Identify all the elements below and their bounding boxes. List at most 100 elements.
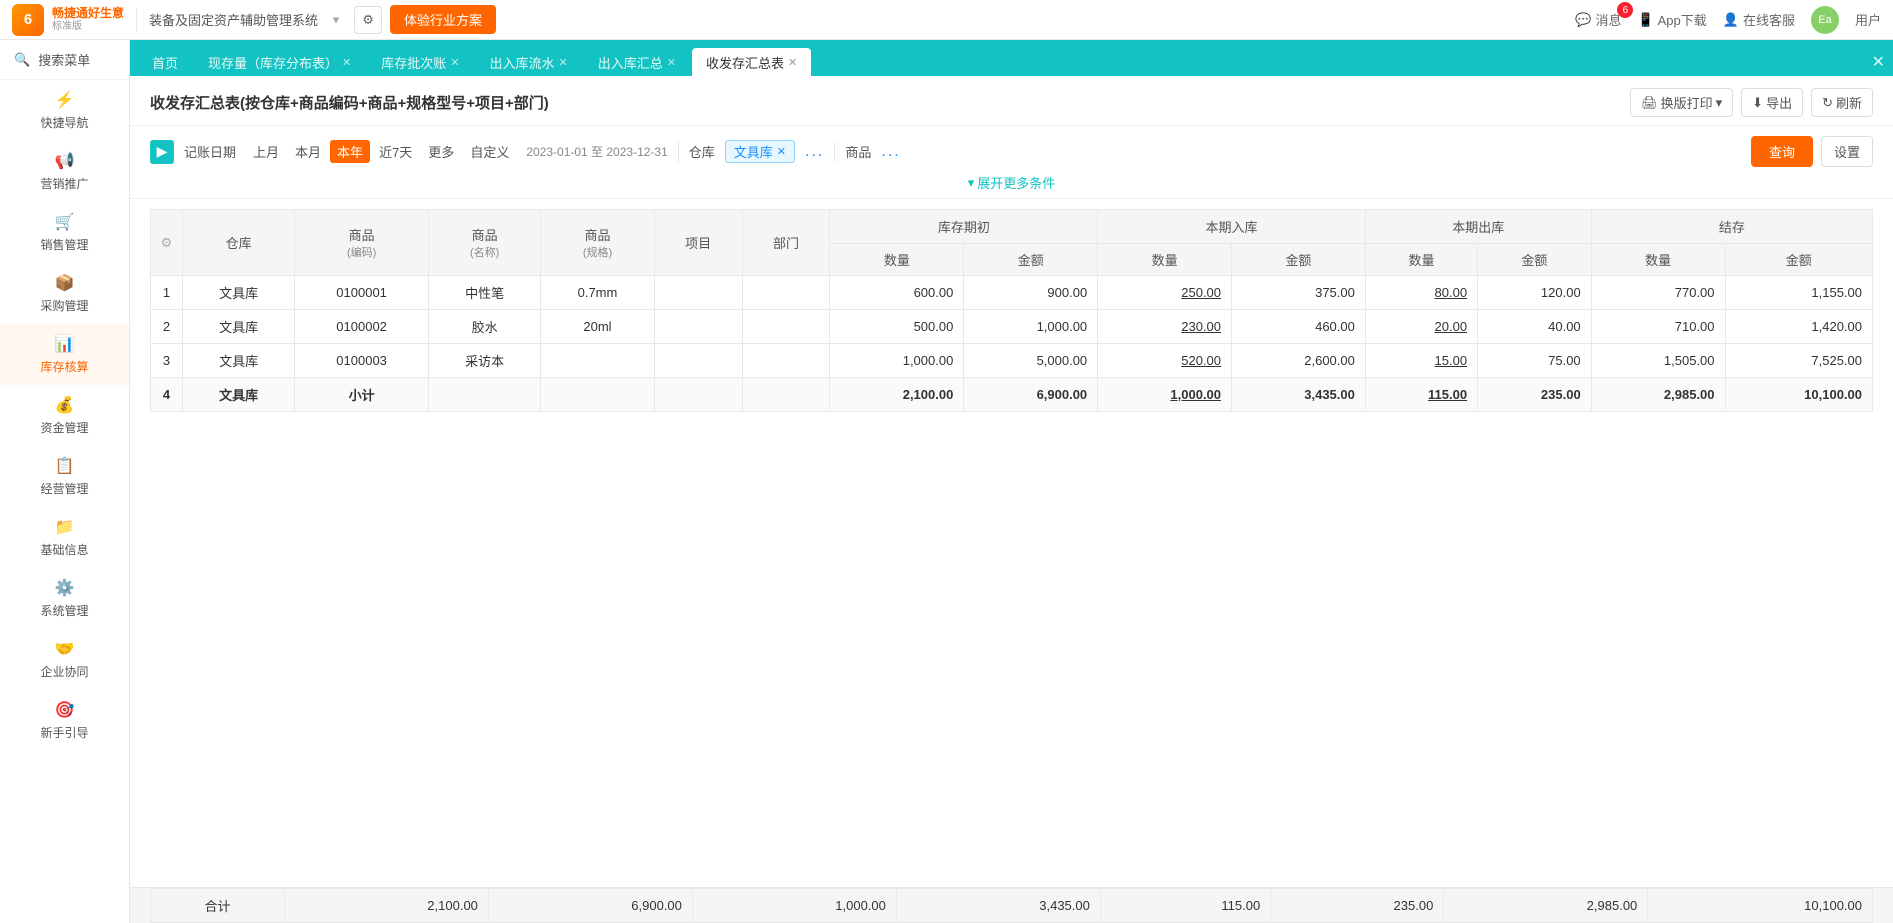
row2-opening-amt: 1,000.00 [964,310,1098,344]
row2-balance-amt: 1,420.00 [1725,310,1872,344]
settings-gear-btn[interactable]: ⚙ [354,6,382,34]
tab-home[interactable]: 首页 [138,48,192,76]
export-btn[interactable]: ⬇ 导出 [1741,88,1803,117]
sidebar-item-search[interactable]: 🔍 搜索菜单 [0,40,129,80]
row2-out-qty[interactable]: 20.00 [1365,310,1477,344]
row1-no: 1 [151,276,183,310]
total-opening-qty: 2,100.00 [284,889,488,923]
tab-in-out-flow[interactable]: 出入库流水 ✕ [475,48,581,76]
row2-goods-spec: 20ml [541,310,655,344]
refresh-btn[interactable]: ↻ 刷新 [1811,88,1873,117]
warehouse-tag[interactable]: 文具库 ✕ [725,140,795,163]
enterprise-icon: 🤝 [55,639,75,659]
sidebar-item-purchase[interactable]: 📦 采购管理 [0,263,129,324]
tab-recv-send-summary-close[interactable]: ✕ [788,56,797,69]
row1-in-qty[interactable]: 250.00 [1098,276,1232,310]
total-in-amt: 3,435.00 [896,889,1100,923]
subtotal-out-amt: 235.00 [1478,378,1592,412]
total-balance-qty: 2,985.00 [1444,889,1648,923]
tab-batch[interactable]: 库存批次账 ✕ [367,48,473,76]
table-row: 1 文具库 0100001 中性笔 0.7mm 600.00 900.00 25… [151,276,1873,310]
row3-department [742,344,830,378]
goods-more-dots[interactable]: ... [881,143,900,161]
filter-expand-btn[interactable]: ▶ [150,140,174,164]
warehouse-tag-remove[interactable]: ✕ [777,145,786,158]
row1-balance-qty: 770.00 [1591,276,1725,310]
row1-department [742,276,830,310]
row3-out-qty[interactable]: 15.00 [1365,344,1477,378]
total-in-qty: 1,000.00 [692,889,896,923]
date-btn-this-month[interactable]: 本月 [288,140,328,163]
row3-in-qty[interactable]: 520.00 [1098,344,1232,378]
tab-close-all[interactable]: ✕ [1872,52,1885,76]
col-project-header: 项目 [654,210,742,276]
row3-out-amt: 75.00 [1478,344,1592,378]
app-download-btn[interactable]: 📱 App下载 [1637,10,1706,29]
col-goods-spec-header: 商品(规格) [541,210,655,276]
inventory-icon: 📊 [55,334,75,354]
user-avatar[interactable]: Ea [1811,6,1839,34]
message-btn[interactable]: 💬 消息 6 [1575,10,1621,29]
query-btn[interactable]: 查询 [1751,136,1813,167]
tab-recv-send-summary[interactable]: 收发存汇总表 ✕ [692,48,811,76]
sidebar-item-quick-nav[interactable]: ⚡ 快捷导航 [0,80,129,141]
sidebar-item-marketing[interactable]: 📢 营销推广 [0,141,129,202]
row1-out-qty[interactable]: 80.00 [1365,276,1477,310]
tab-stock-dist-label: 现存量（库存分布表） [208,53,338,72]
col-balance-qty-header: 数量 [1591,244,1725,276]
row2-goods-name: 胶水 [429,310,541,344]
expand-more-icon: ▾ [968,175,975,191]
col-opening-qty-header: 数量 [830,244,964,276]
tab-in-out-flow-label: 出入库流水 [489,53,554,72]
sidebar-item-inventory[interactable]: 📊 库存核算 [0,324,129,385]
total-out-amt: 235.00 [1271,889,1444,923]
row3-goods-name: 采访本 [429,344,541,378]
print-btn[interactable]: 🖨 换版打印 ▾ [1630,88,1733,117]
row2-goods-code: 0100002 [295,310,429,344]
date-btn-this-year[interactable]: 本年 [330,140,370,163]
tab-in-out-flow-close[interactable]: ✕ [559,56,568,69]
tab-in-out-summary-close[interactable]: ✕ [667,56,676,69]
trial-btn[interactable]: 体验行业方案 [390,5,496,34]
date-filter-group: 上月 本月 本年 近7天 更多 自定义 [246,140,516,163]
row2-in-qty[interactable]: 230.00 [1098,310,1232,344]
subtotal-empty1 [429,378,541,412]
sidebar-item-sales[interactable]: 🛒 销售管理 [0,202,129,263]
warehouse-more-dots[interactable]: ... [805,143,824,161]
date-btn-7days[interactable]: 近7天 [372,140,419,163]
sidebar-item-system[interactable]: ⚙️ 系统管理 [0,568,129,629]
row3-balance-amt: 7,525.00 [1725,344,1872,378]
page-title: 收发存汇总表(按仓库+商品编码+商品+规格型号+项目+部门) [150,92,549,113]
tab-in-out-summary[interactable]: 出入库汇总 ✕ [584,48,690,76]
system-select-arrow[interactable]: ▾ [326,10,346,30]
row3-balance-qty: 1,505.00 [1591,344,1725,378]
app-download-label: App下载 [1658,10,1707,29]
sidebar-item-guide[interactable]: 🎯 新手引导 [0,690,129,751]
date-btn-more[interactable]: 更多 [421,140,461,163]
tab-bar: 首页 现存量（库存分布表） ✕ 库存批次账 ✕ 出入库流水 ✕ 出入库汇总 ✕ … [130,40,1893,76]
date-btn-last-month[interactable]: 上月 [246,140,286,163]
col-settings-header[interactable]: ⚙ [151,210,183,276]
col-out-group-header: 本期出库 [1365,210,1591,244]
tab-stock-dist[interactable]: 现存量（库存分布表） ✕ [194,48,365,76]
subtotal-in-qty: 1,000.00 [1098,378,1232,412]
tab-batch-close[interactable]: ✕ [450,56,459,69]
sidebar-item-finance[interactable]: 💰 资金管理 [0,385,129,446]
subtotal-no: 4 [151,378,183,412]
table-row: 2 文具库 0100002 胶水 20ml 500.00 1,000.00 23… [151,310,1873,344]
operations-icon: 📋 [55,456,75,476]
online-service-btn[interactable]: 👤 在线客服 [1723,10,1795,29]
subtotal-out-qty: 115.00 [1365,378,1477,412]
settings-btn[interactable]: 设置 [1821,136,1873,167]
subtotal-empty3 [654,378,742,412]
sidebar-item-basic-info[interactable]: 📁 基础信息 [0,507,129,568]
marketing-icon: 📢 [55,151,75,171]
subtotal-empty4 [742,378,830,412]
expand-more-btn[interactable]: ▾ 展开更多条件 [968,173,1056,192]
date-btn-custom[interactable]: 自定义 [463,140,516,163]
col-opening-group-header: 库存期初 [830,210,1098,244]
sidebar-item-operations[interactable]: 📋 经营管理 [0,446,129,507]
sidebar-item-enterprise[interactable]: 🤝 企业协同 [0,629,129,690]
tab-stock-dist-close[interactable]: ✕ [342,56,351,69]
download-icon: 📱 [1637,12,1653,28]
